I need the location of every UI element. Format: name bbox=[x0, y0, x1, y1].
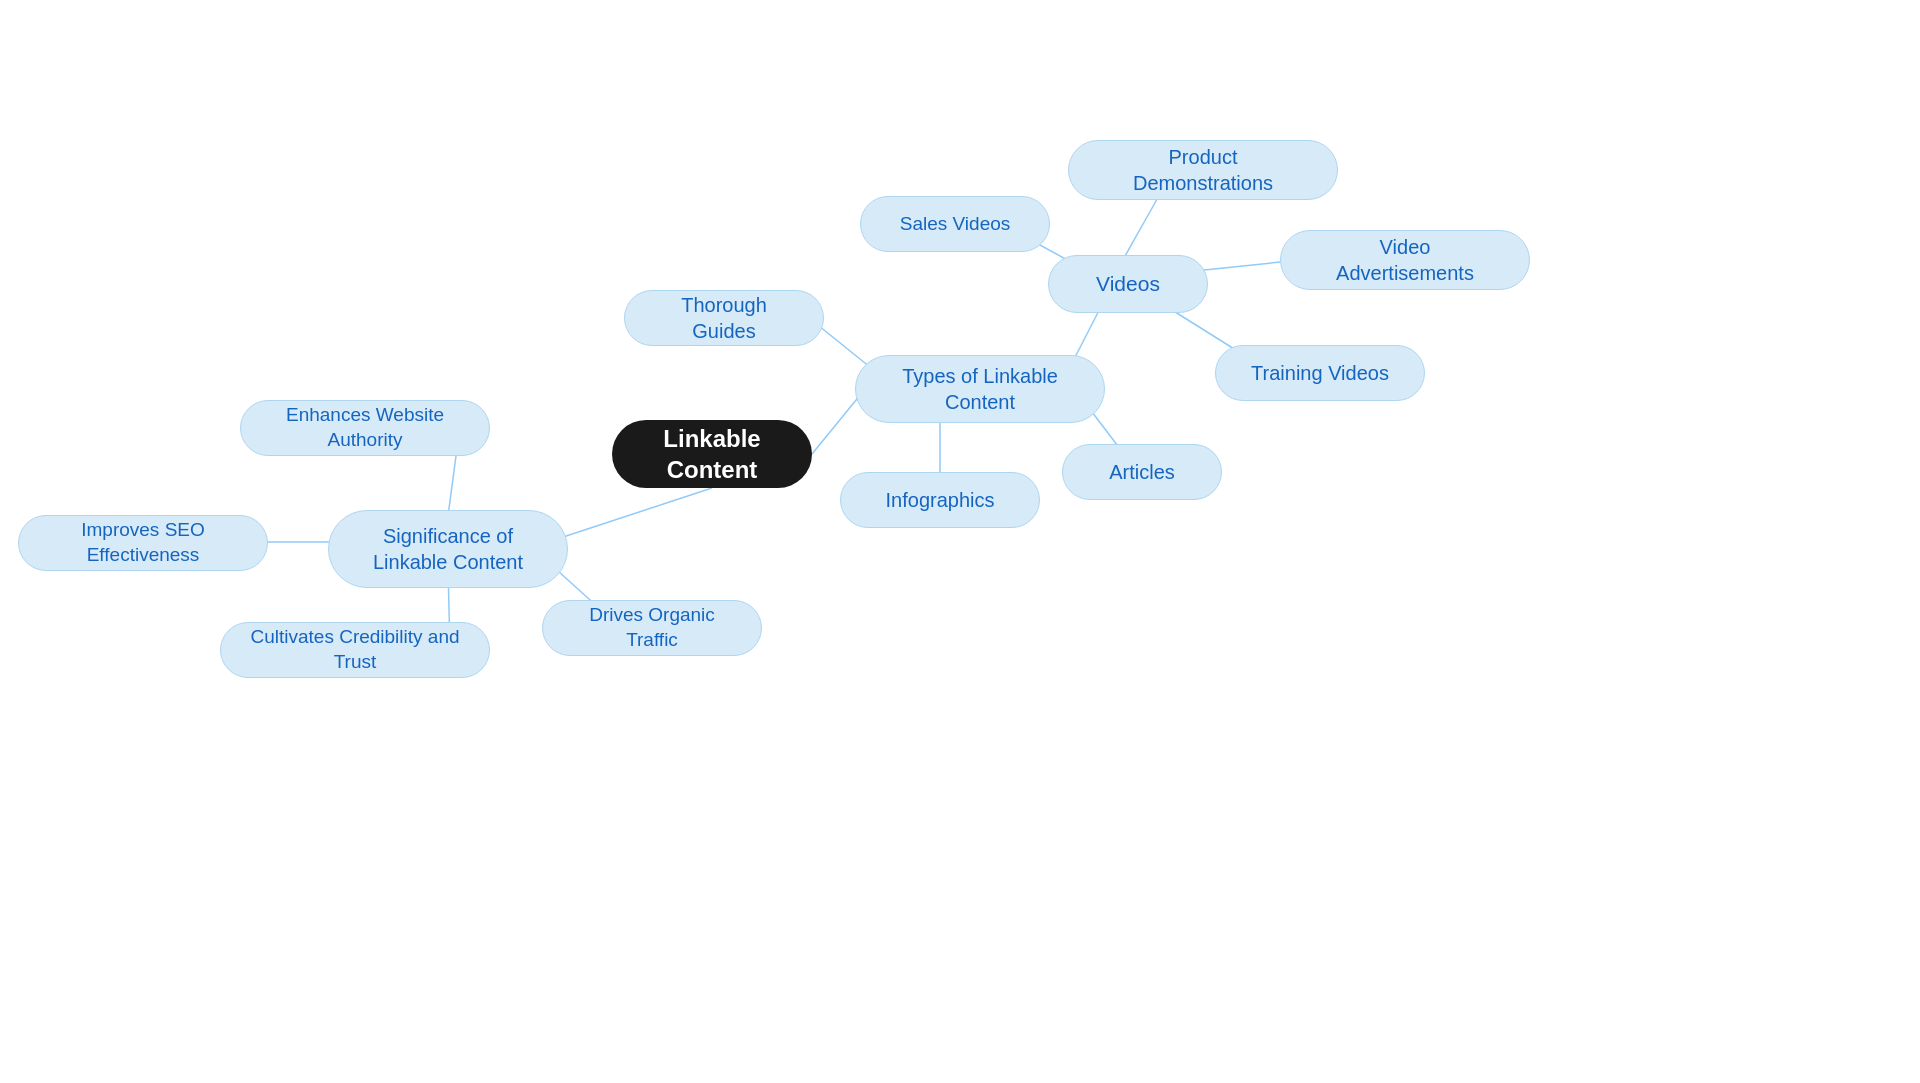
articles-node: Articles bbox=[1062, 444, 1222, 500]
video-ads-node: Video Advertisements bbox=[1280, 230, 1530, 290]
cultivates-node: Cultivates Credibility and Trust bbox=[220, 622, 490, 678]
videos-node: Videos bbox=[1048, 255, 1208, 313]
significance-node: Significance of Linkable Content bbox=[328, 510, 568, 588]
improves-node: Improves SEO Effectiveness bbox=[18, 515, 268, 571]
training-videos-node: Training Videos bbox=[1215, 345, 1425, 401]
drives-node: Drives Organic Traffic bbox=[542, 600, 762, 656]
center-node: Linkable Content bbox=[612, 420, 812, 488]
thorough-node: Thorough Guides bbox=[624, 290, 824, 346]
sales-videos-node: Sales Videos bbox=[860, 196, 1050, 252]
enhances-node: Enhances Website Authority bbox=[240, 400, 490, 456]
svg-line-6 bbox=[814, 322, 870, 367]
product-demos-node: Product Demonstrations bbox=[1068, 140, 1338, 200]
svg-line-0 bbox=[548, 488, 712, 542]
infographics-node: Infographics bbox=[840, 472, 1040, 528]
types-node: Types of Linkable Content bbox=[855, 355, 1105, 423]
